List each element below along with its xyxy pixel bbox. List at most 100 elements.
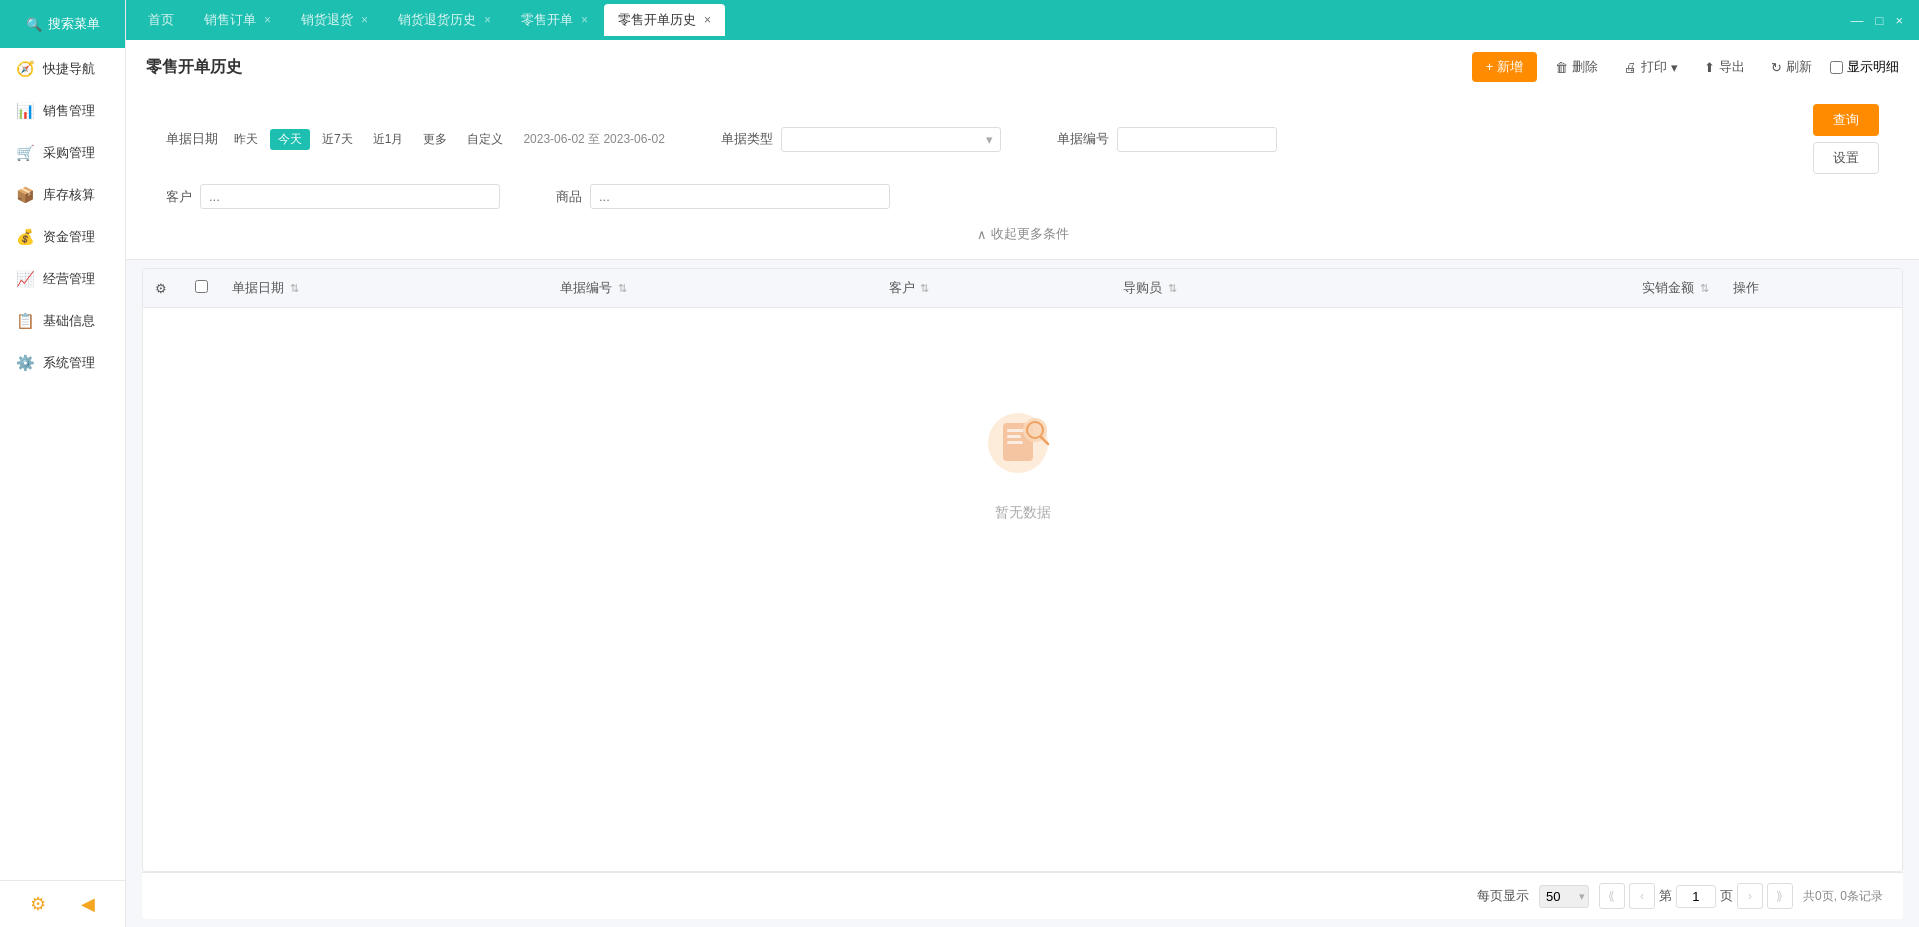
sidebar-item-system[interactable]: ⚙️ 系统管理 [0,342,125,384]
sidebar-item-label-system: 系统管理 [43,354,95,372]
tab-close-sales-return[interactable]: × [361,13,368,27]
th-customer: 客户 ⇅ [877,269,1111,308]
product-input[interactable] [590,184,890,209]
page-size-label: 每页显示 [1477,887,1529,905]
prev-page-button[interactable]: ‹ [1629,883,1655,909]
sidebar-item-label-operations: 经营管理 [43,270,95,288]
query-button[interactable]: 查询 [1813,104,1879,136]
th-number-label: 单据编号 [560,280,612,295]
sidebar-search-label: 搜索菜单 [48,15,100,33]
minimize-icon[interactable]: — [1851,13,1864,28]
tab-bar: 首页销售订单×销货退货×销货退货历史×零售开单×零售开单历史× — □ × [126,0,1919,40]
last-page-button[interactable]: ⟫ [1767,883,1793,909]
th-customer-sort-icon[interactable]: ⇅ [920,282,929,294]
data-table: ⚙ 单据日期 ⇅ 单据编号 ⇅ [143,269,1902,582]
settings-icon[interactable]: ⚙ [30,893,46,915]
date-btn-近1月[interactable]: 近1月 [365,129,412,150]
date-label: 单据日期 [166,130,218,148]
filter-area: 单据日期 昨天今天近7天近1月更多自定义 2023-06-02 至 2023-0… [146,94,1899,259]
sidebar-item-sales-mgmt[interactable]: 📊销售管理 [0,90,125,132]
empty-state: 暂无数据 [143,308,1902,582]
doc-number-input[interactable] [1117,127,1277,152]
doc-type-label: 单据类型 [721,130,773,148]
print-label: 打印 [1641,58,1667,76]
th-amount-label: 实销金额 [1642,280,1694,295]
tab-close-sales-order[interactable]: × [264,13,271,27]
doc-type-select[interactable] [781,127,1001,152]
settings-button[interactable]: 设置 [1813,142,1879,174]
th-number: 单据编号 ⇅ [548,269,876,308]
page-number-input[interactable] [1676,885,1716,908]
date-btn-更多[interactable]: 更多 [415,129,455,150]
main-area: 首页销售订单×销货退货×销货退货历史×零售开单×零售开单历史× — □ × 零售… [126,0,1919,927]
tab-sales-return-history[interactable]: 销货退货历史× [384,4,505,36]
more-conditions-toggle[interactable]: ∧ 收起更多条件 [166,219,1879,251]
more-conditions-icon: ∧ [977,227,987,242]
page-label-before: 第 [1659,887,1672,905]
table-header-row: ⚙ 单据日期 ⇅ 单据编号 ⇅ [143,269,1902,308]
inventory-icon: 📦 [16,186,35,204]
sidebar-search[interactable]: 🔍 搜索菜单 [0,0,125,48]
sidebar-item-inventory[interactable]: 📦库存核算 [0,174,125,216]
th-customer-label: 客户 [889,280,915,295]
column-settings-icon[interactable]: ⚙ [155,281,167,296]
sidebar-item-basic-info[interactable]: 📋基础信息 [0,300,125,342]
tab-retail-open-history[interactable]: 零售开单历史× [604,4,725,36]
th-salesperson-sort-icon[interactable]: ⇅ [1168,282,1177,294]
sidebar-item-label-purchase-mgmt: 采购管理 [43,144,95,162]
product-label: 商品 [556,188,582,206]
svg-rect-2 [1007,429,1025,432]
th-date: 单据日期 ⇅ [220,269,548,308]
first-page-button[interactable]: ⟪ [1599,883,1625,909]
system-icon: ⚙️ [16,354,35,372]
display-detail-toggle[interactable]: 显示明细 [1830,58,1899,76]
th-amount-sort-icon[interactable]: ⇅ [1700,282,1709,294]
next-page-button[interactable]: › [1737,883,1763,909]
total-info: 共0页, 0条记录 [1803,888,1883,905]
export-button[interactable]: ⬆ 导出 [1696,54,1753,80]
th-salesperson: 导购员 ⇅ [1111,269,1392,308]
th-settings: ⚙ [143,269,183,308]
print-button[interactable]: 🖨 打印 ▾ [1616,54,1686,80]
date-btn-昨天[interactable]: 昨天 [226,129,266,150]
close-window-icon[interactable]: × [1895,13,1903,28]
customer-input[interactable] [200,184,500,209]
tab-sales-order[interactable]: 销售订单 × [190,4,285,36]
sidebar: 🔍 搜索菜单 🧭快捷导航📊销售管理🛒采购管理📦库存核算💰资金管理 📈 经营管理 📋基础… [0,0,126,927]
date-btn-自定义[interactable]: 自定义 [459,129,511,150]
select-all-checkbox[interactable] [195,280,208,293]
date-btn-今天[interactable]: 今天 [270,129,310,150]
tab-bar-actions: — □ × [1851,13,1911,28]
date-range-display: 2023-06-02 至 2023-06-02 [523,131,664,148]
refresh-label: 刷新 [1786,58,1812,76]
collapse-icon[interactable]: ◀ [81,893,95,915]
add-button[interactable]: + 新增 [1472,52,1537,82]
more-conditions-label: 收起更多条件 [991,225,1069,243]
sidebar-item-quick-nav[interactable]: 🧭快捷导航 [0,48,125,90]
sidebar-item-purchase-mgmt[interactable]: 🛒采购管理 [0,132,125,174]
date-btn-近7天[interactable]: 近7天 [314,129,361,150]
maximize-icon[interactable]: □ [1876,13,1884,28]
sidebar-item-label-sales-mgmt: 销售管理 [43,102,95,120]
tab-retail-open[interactable]: 零售开单× [507,4,602,36]
operations-icon: 📈 [16,270,35,288]
export-icon: ⬆ [1704,60,1715,75]
tab-close-retail-open[interactable]: × [581,13,588,27]
th-action: 操作 [1721,269,1902,308]
refresh-button[interactable]: ↻ 刷新 [1763,54,1820,80]
sidebar-item-finance[interactable]: 💰资金管理 [0,216,125,258]
delete-button[interactable]: 🗑 删除 [1547,54,1606,80]
tab-home[interactable]: 首页 [134,4,188,36]
page-size-select[interactable]: 10 20 50 100 [1539,885,1589,908]
display-detail-checkbox[interactable] [1830,61,1843,74]
tab-sales-return[interactable]: 销货退货× [287,4,382,36]
print-icon: 🖨 [1624,60,1637,75]
sidebar-item-operations[interactable]: 📈 经营管理 [0,258,125,300]
th-date-sort-icon[interactable]: ⇅ [290,282,299,294]
th-number-sort-icon[interactable]: ⇅ [618,282,627,294]
tab-close-sales-return-history[interactable]: × [484,13,491,27]
delete-label: 删除 [1572,58,1598,76]
tab-label-sales-order: 销售订单 [204,11,256,29]
tab-close-retail-open-history[interactable]: × [704,13,711,27]
toolbar: + 新增 🗑 删除 🖨 打印 ▾ ⬆ 导出 ↻ [1472,52,1899,82]
